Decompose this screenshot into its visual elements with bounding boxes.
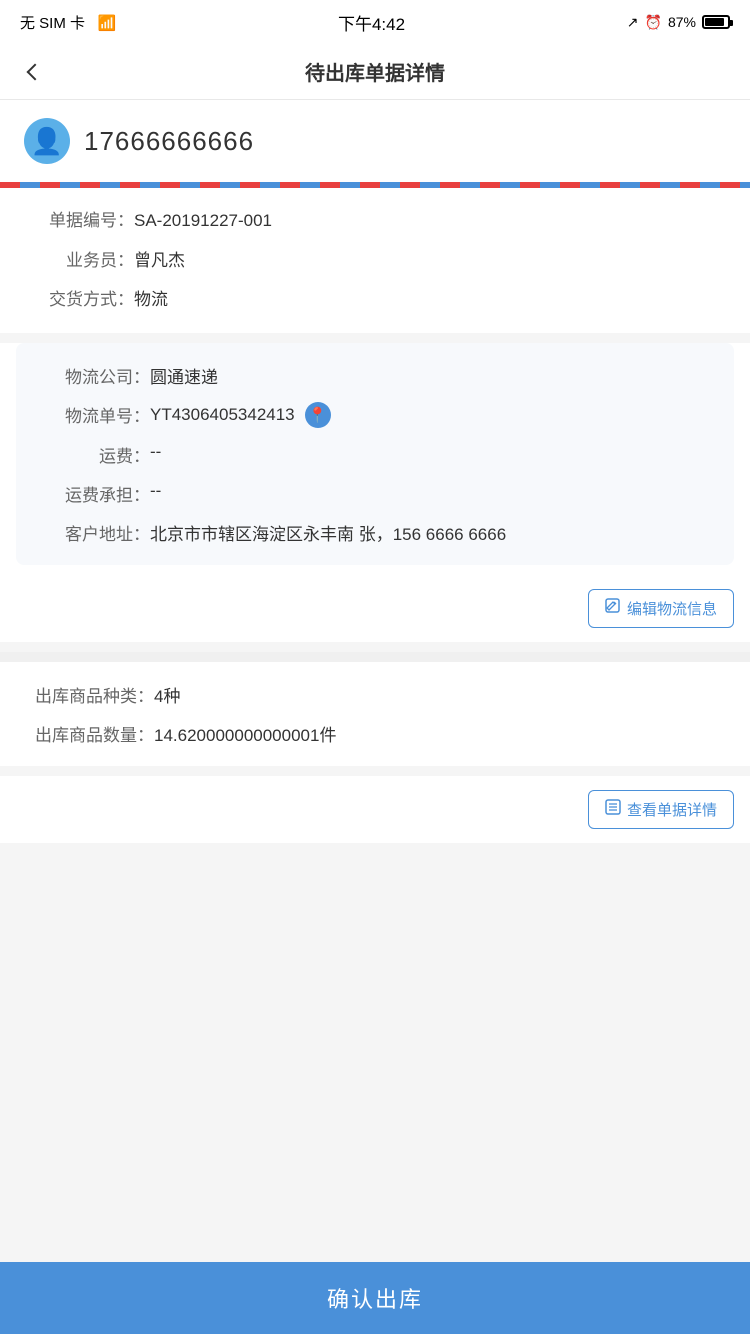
carrier-wifi: 无 SIM 卡 📶: [20, 12, 116, 33]
freight-bearer-value: --: [150, 481, 710, 501]
delivery-label: 交货方式：: [24, 287, 134, 313]
carrier-text: 无 SIM 卡: [20, 15, 85, 32]
back-button[interactable]: [20, 57, 50, 87]
freight-row: 运费： --: [40, 442, 710, 467]
edit-btn-container: 编辑物流信息: [0, 575, 750, 642]
salesman-value: 曾凡杰: [134, 248, 726, 274]
tracking-label: 物流单号：: [40, 402, 150, 427]
section-divider: [0, 652, 750, 662]
quantity-value: 14.620000000000001件: [154, 721, 726, 746]
bottom-spacer: [0, 853, 750, 1263]
logistics-company-row: 物流公司： 圆通速递: [40, 363, 710, 388]
freight-bearer-label: 运费承担：: [40, 481, 150, 506]
nav-bar: 待出库单据详情: [0, 44, 750, 100]
view-details-button[interactable]: 查看单据详情: [588, 790, 734, 829]
address-label: 客户地址：: [40, 520, 150, 545]
freight-value: --: [150, 442, 710, 462]
alarm-icon: ⏰: [645, 14, 662, 31]
wifi-icon: 📶: [98, 15, 117, 32]
salesman-row: 业务员： 曾凡杰: [24, 248, 726, 274]
salesman-label: 业务员：: [24, 248, 134, 274]
confirm-button[interactable]: 确认出库: [0, 1262, 750, 1334]
battery-area: ↗ ⏰ 87%: [627, 14, 730, 31]
user-section: 👤 17666666666: [0, 100, 750, 182]
view-btn-container: 查看单据详情: [0, 776, 750, 843]
logistics-company-value: 圆通速递: [150, 363, 710, 388]
logistics-card: 物流公司： 圆通速递 物流单号： YT4306405342413 📍 运费： -…: [16, 343, 734, 565]
tracking-value: YT4306405342413: [150, 405, 295, 425]
location-tracking-button[interactable]: 📍: [305, 402, 331, 428]
time-display: 下午4:42: [338, 10, 405, 35]
avatar: 👤: [24, 118, 70, 164]
quantity-row: 出库商品数量： 14.620000000000001件: [24, 721, 726, 746]
quantity-label: 出库商品数量：: [24, 721, 154, 746]
order-number-value: SA-20191227-001: [134, 208, 726, 234]
tracking-number-group: YT4306405342413 📍: [150, 402, 331, 428]
page-title: 待出库单据详情: [50, 57, 700, 86]
back-chevron-icon: [27, 63, 44, 80]
view-btn-label: 查看单据详情: [627, 799, 717, 820]
user-icon: 👤: [31, 126, 63, 157]
tracking-row: 物流单号： YT4306405342413 📍: [40, 402, 710, 428]
freight-bearer-row: 运费承担： --: [40, 481, 710, 506]
confirm-btn-label: 确认出库: [327, 1282, 423, 1314]
order-number-row: 单据编号： SA-20191227-001: [24, 208, 726, 234]
category-value: 4种: [154, 682, 726, 707]
address-value: 北京市市辖区海淀区永丰南 张，156 6666 6666: [150, 520, 710, 545]
battery-icon: [702, 15, 730, 29]
list-icon: [605, 799, 621, 819]
order-number-label: 单据编号：: [24, 208, 134, 234]
order-info-section: 单据编号： SA-20191227-001 业务员： 曾凡杰 交货方式： 物流: [0, 188, 750, 333]
battery-percent: 87%: [668, 14, 696, 30]
edit-btn-label: 编辑物流信息: [627, 598, 717, 619]
address-row: 客户地址： 北京市市辖区海淀区永丰南 张，156 6666 6666: [40, 520, 710, 545]
edit-icon: [605, 598, 621, 618]
location-icon: ↗: [627, 14, 639, 31]
category-label: 出库商品种类：: [24, 682, 154, 707]
delivery-row: 交货方式： 物流: [24, 287, 726, 313]
status-bar: 无 SIM 卡 📶 下午4:42 ↗ ⏰ 87%: [0, 0, 750, 44]
freight-label: 运费：: [40, 442, 150, 467]
edit-logistics-button[interactable]: 编辑物流信息: [588, 589, 734, 628]
stats-section: 出库商品种类： 4种 出库商品数量： 14.620000000000001件: [0, 662, 750, 766]
delivery-value: 物流: [134, 287, 726, 313]
category-row: 出库商品种类： 4种: [24, 682, 726, 707]
pin-icon: 📍: [308, 406, 327, 424]
logistics-company-label: 物流公司：: [40, 363, 150, 388]
user-phone: 17666666666: [84, 126, 254, 157]
